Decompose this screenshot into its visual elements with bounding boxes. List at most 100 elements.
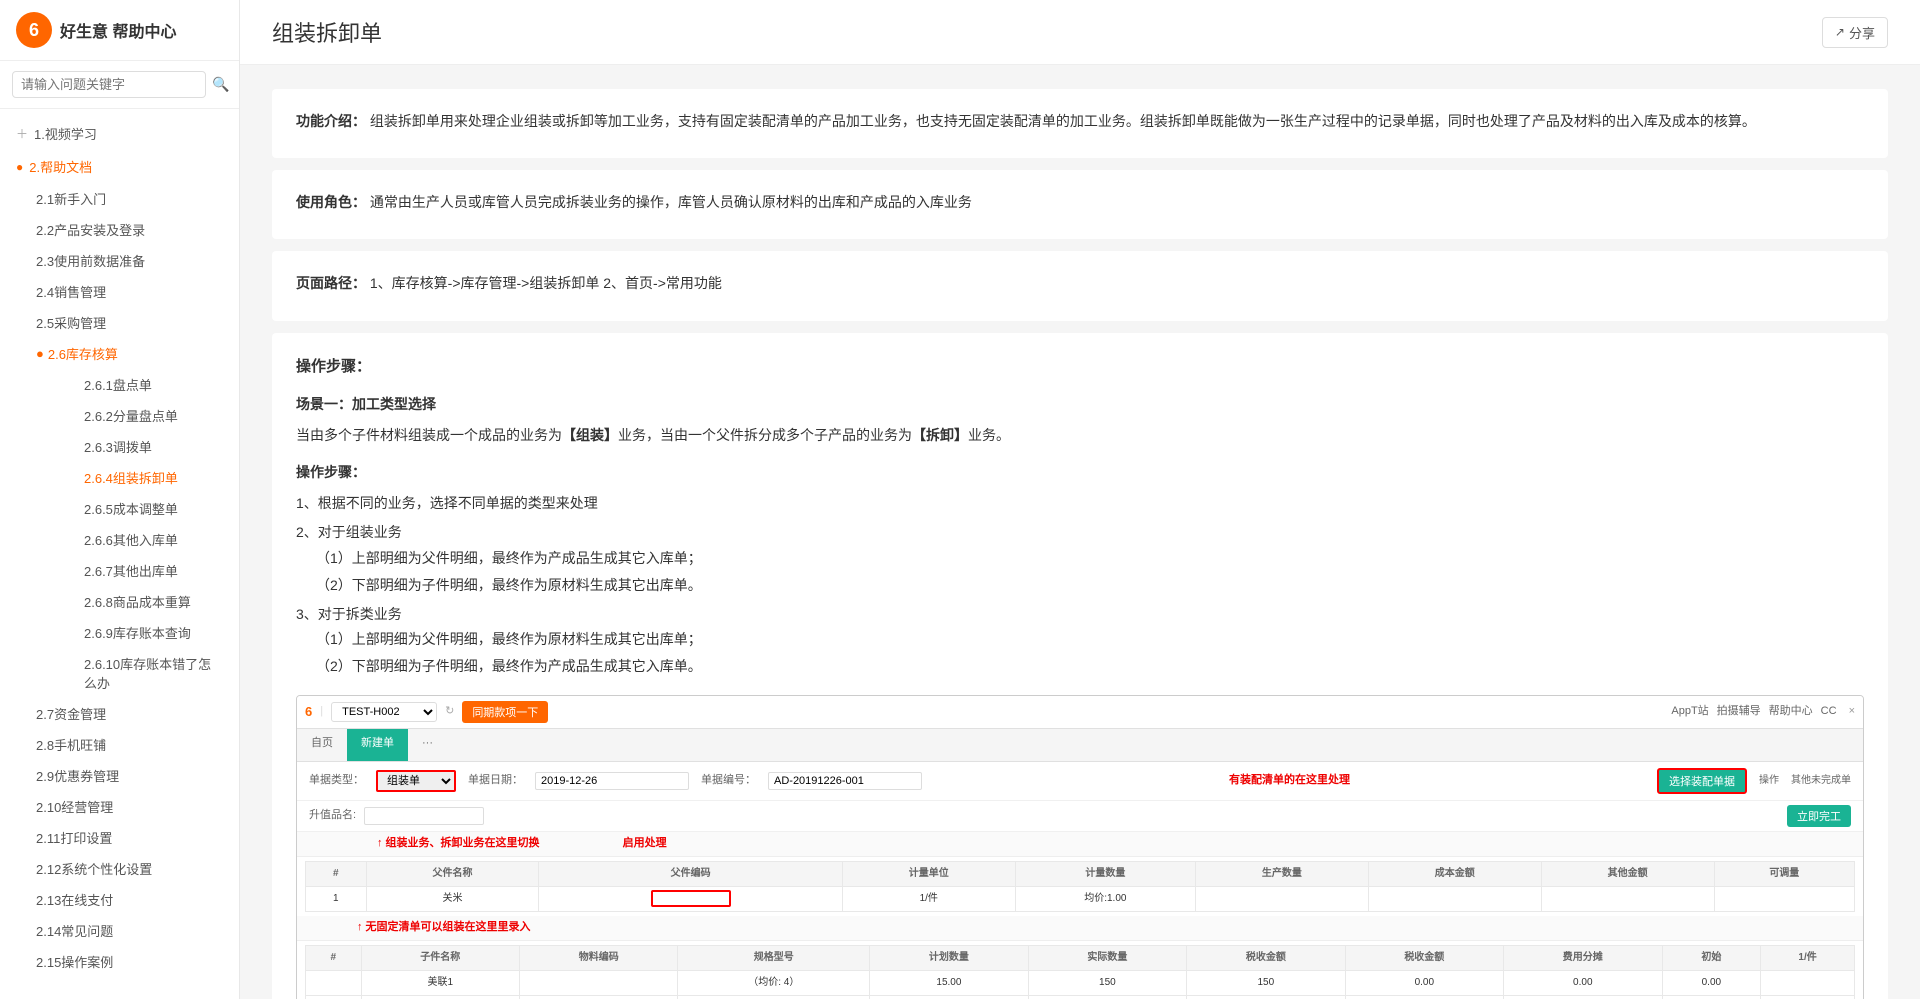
- bcol-tax2: 税收金额: [1345, 946, 1503, 971]
- col-unit: 计量单位: [842, 862, 1015, 887]
- sidebar-item-2-11[interactable]: 2.11打印设置: [0, 822, 239, 853]
- search-icon[interactable]: 🔍: [212, 76, 229, 93]
- screenshot-wrapper: 6 | TEST-H002 ↻ 同期款项一下 AppT站 拍摄辅导 帮助中心 C…: [296, 695, 1864, 999]
- screenshot-stock-label: 升值品名:: [309, 806, 356, 826]
- role-label: 使用角色：: [296, 194, 366, 210]
- sidebar-item-2-9-label: 2.9优惠券管理: [36, 766, 119, 785]
- sidebar-item-2-6[interactable]: ● 2.6库存核算: [0, 338, 239, 369]
- sidebar-item-2-13[interactable]: 2.13在线支付: [0, 884, 239, 915]
- screenshot-tab-more[interactable]: ···: [408, 729, 447, 761]
- sidebar-item-2-7-label: 2.7资金管理: [36, 704, 106, 723]
- sidebar-item-2[interactable]: ● 2.帮助文档: [0, 150, 239, 183]
- sidebar-item-2-6-6-label: 2.6.6其他入库单: [84, 530, 178, 549]
- sidebar-item-2-10[interactable]: 2.10经营管理: [0, 791, 239, 822]
- bcol-fee: 费用分摊: [1504, 946, 1662, 971]
- cell-other: [1541, 887, 1714, 912]
- sidebar-item-2-6-7-label: 2.6.7其他出库单: [84, 561, 178, 580]
- screenshot-close-icon[interactable]: ×: [1849, 702, 1855, 722]
- screenshot-date-input[interactable]: [535, 772, 689, 790]
- screenshot-type-label: 单据类型：: [309, 771, 364, 791]
- sidebar-item-2-6-7[interactable]: 2.6.7其他出库单: [48, 555, 239, 586]
- sidebar-item-2-8[interactable]: 2.8手机旺铺: [0, 729, 239, 760]
- screenshot-number-label: 单据编号：: [701, 771, 756, 791]
- screenshot-bottom-table-wrapper: # 子件名称 物料编码 规格型号 计划数量 实际数量 税收金额 税收金额 费用分…: [297, 941, 1863, 999]
- scenario1-desc: 当由多个子件材料组装成一个成品的业务为【组装】业务，当由一个父件拆分成多个子产品…: [296, 423, 1864, 448]
- table-row: 2 美联2 （均价: 4） 15.00 0.00 0.00: [306, 996, 1855, 999]
- logo-icon: 6: [16, 12, 52, 48]
- sidebar-item-2-6-5[interactable]: 2.6.5成本调整单: [48, 493, 239, 524]
- page-title: 组装拆卸单: [272, 16, 382, 48]
- sidebar-item-2-label: 2.帮助文档: [29, 157, 92, 176]
- bcol-plan: 计划数量: [870, 946, 1028, 971]
- search-box: 🔍: [0, 61, 239, 109]
- sidebar-item-2-1[interactable]: 2.1新手入门: [0, 183, 239, 214]
- role-card: 使用角色： 通常由生产人员或库管人员完成拆装业务的操作，库管人员确认原材料的出库…: [272, 170, 1888, 239]
- screenshot-icons: AppT站 拍摄辅导 帮助中心 CC: [1671, 702, 1836, 722]
- sidebar-item-2-9[interactable]: 2.9优惠券管理: [0, 760, 239, 791]
- screenshot-form-row: 单据类型： 组装单 拆卸单 单据日期： 单据编号： 有装配清单的在这里处理 选择…: [297, 762, 1863, 801]
- sidebar-item-2-14[interactable]: 2.14常见问题: [0, 915, 239, 946]
- sidebar-item-2-3[interactable]: 2.3使用前数据准备: [0, 245, 239, 276]
- sidebar-item-2-6-8[interactable]: 2.6.8商品成本重算: [48, 586, 239, 617]
- sidebar-item-2-6-1[interactable]: 2.6.1盘点单: [48, 369, 239, 400]
- sidebar-item-2-6-4[interactable]: 2.6.4组装拆卸单: [48, 462, 239, 493]
- role-text: 使用角色： 通常由生产人员或库管人员完成拆装业务的操作，库管人员确认原材料的出库…: [296, 190, 1864, 215]
- screenshot-callout-3: 启用处理: [623, 837, 667, 849]
- screenshot-top-table-wrapper: # 父件名称 父件编码 计量单位 计量数量 生产数量 成本金额 其他金额 可调量: [297, 857, 1863, 916]
- col-idx: #: [306, 862, 367, 887]
- sidebar-item-2-11-label: 2.11打印设置: [36, 828, 112, 847]
- col-parent-code: 父件编码: [539, 862, 842, 887]
- screenshot-appt-icon: AppT站: [1671, 702, 1708, 722]
- cell-cost: [1368, 887, 1541, 912]
- screenshot-logo: 6: [305, 700, 312, 723]
- screenshot-select-btn[interactable]: 选择装配单据: [1657, 768, 1747, 794]
- screenshot-stock-input[interactable]: [364, 807, 484, 825]
- sidebar-item-2-6-2-label: 2.6.2分量盘点单: [84, 406, 178, 425]
- sidebar-item-2-1-label: 2.1新手入门: [36, 189, 106, 208]
- screenshot-tab-new[interactable]: 新建单: [347, 729, 408, 761]
- search-input[interactable]: [12, 71, 206, 98]
- screenshot-appbar: 6 | TEST-H002 ↻ 同期款项一下 AppT站 拍摄辅导 帮助中心 C…: [297, 696, 1863, 728]
- sidebar-item-2-6-4-label: 2.6.4组装拆卸单: [84, 468, 178, 487]
- sidebar-item-2-6-2[interactable]: 2.6.2分量盘点单: [48, 400, 239, 431]
- share-button[interactable]: ↗ 分享: [1822, 17, 1888, 48]
- step-2: 2、对于组装业务 （1）上部明细为父件明细，最终作为产成品生成其它入库单； （2…: [296, 520, 1864, 598]
- screenshot-number-input[interactable]: [768, 772, 922, 790]
- sidebar-item-2-15[interactable]: 2.15操作案例: [0, 946, 239, 977]
- minus-icon: ●: [16, 160, 23, 174]
- bcol-init: 初始: [1662, 946, 1761, 971]
- path-text: 页面路径： 1、库存核算->库存管理->组装拆卸单 2、首页->常用功能: [296, 271, 1864, 296]
- screenshot-help-icon: 帮助中心: [1769, 702, 1813, 722]
- sidebar-item-2-12[interactable]: 2.12系统个性化设置: [0, 853, 239, 884]
- sidebar-item-2-6-3[interactable]: 2.6.3调拨单: [48, 431, 239, 462]
- col-count: 计量数量: [1015, 862, 1195, 887]
- sidebar-item-1[interactable]: ＋ 1.视频学习: [0, 117, 239, 150]
- cell-code: [539, 887, 842, 912]
- sidebar-item-2-6-10[interactable]: 2.6.10库存账本错了怎么办: [48, 648, 239, 698]
- col-prod-count: 生产数量: [1195, 862, 1368, 887]
- intro-text: 功能介绍： 组装拆卸单用来处理企业组装或拆卸等加工业务，支持有固定装配清单的产品…: [296, 109, 1864, 134]
- sidebar-item-2-2[interactable]: 2.2产品安装及登录: [0, 214, 239, 245]
- sidebar-item-2-5[interactable]: 2.5采购管理: [0, 307, 239, 338]
- sidebar-item-2-4-label: 2.4销售管理: [36, 282, 106, 301]
- sidebar-item-2-6-5-label: 2.6.5成本调整单: [84, 499, 178, 518]
- sidebar-item-2-7[interactable]: 2.7资金管理: [0, 698, 239, 729]
- screenshot-type-select[interactable]: 组装单 拆卸单: [376, 770, 456, 792]
- sidebar-item-2-6-9[interactable]: 2.6.9库存账本查询: [48, 617, 239, 648]
- brand-title: 好生意 帮助中心: [60, 18, 176, 42]
- intro-card: 功能介绍： 组装拆卸单用来处理企业组装或拆卸等加工业务，支持有固定装配清单的产品…: [272, 89, 1888, 158]
- cell-code-input[interactable]: [651, 890, 731, 907]
- step-2-2: （2）下部明细为子件明细，最终作为原材料生成其它出库单。: [316, 573, 1864, 598]
- screenshot-tab-home[interactable]: 自页: [297, 729, 347, 761]
- sidebar-item-2-4[interactable]: 2.4销售管理: [0, 276, 239, 307]
- sidebar-item-2-6-6[interactable]: 2.6.6其他入库单: [48, 524, 239, 555]
- screenshot-refresh-icon[interactable]: ↻: [445, 702, 454, 722]
- sidebar-item-2-6-8-label: 2.6.8商品成本重算: [84, 592, 191, 611]
- bcol-name: 子件名称: [361, 946, 519, 971]
- screenshot-nav-btn[interactable]: 同期款项一下: [462, 701, 548, 723]
- cell-prod: [1195, 887, 1368, 912]
- sidebar-item-2-6-3-label: 2.6.3调拨单: [84, 437, 152, 456]
- step-3-1: （1）上部明细为父件明细，最终作为原材料生成其它出库单；: [316, 627, 1864, 652]
- screenshot-company-select[interactable]: TEST-H002: [331, 702, 437, 722]
- screenshot-confirm-btn[interactable]: 立即完工: [1787, 805, 1851, 827]
